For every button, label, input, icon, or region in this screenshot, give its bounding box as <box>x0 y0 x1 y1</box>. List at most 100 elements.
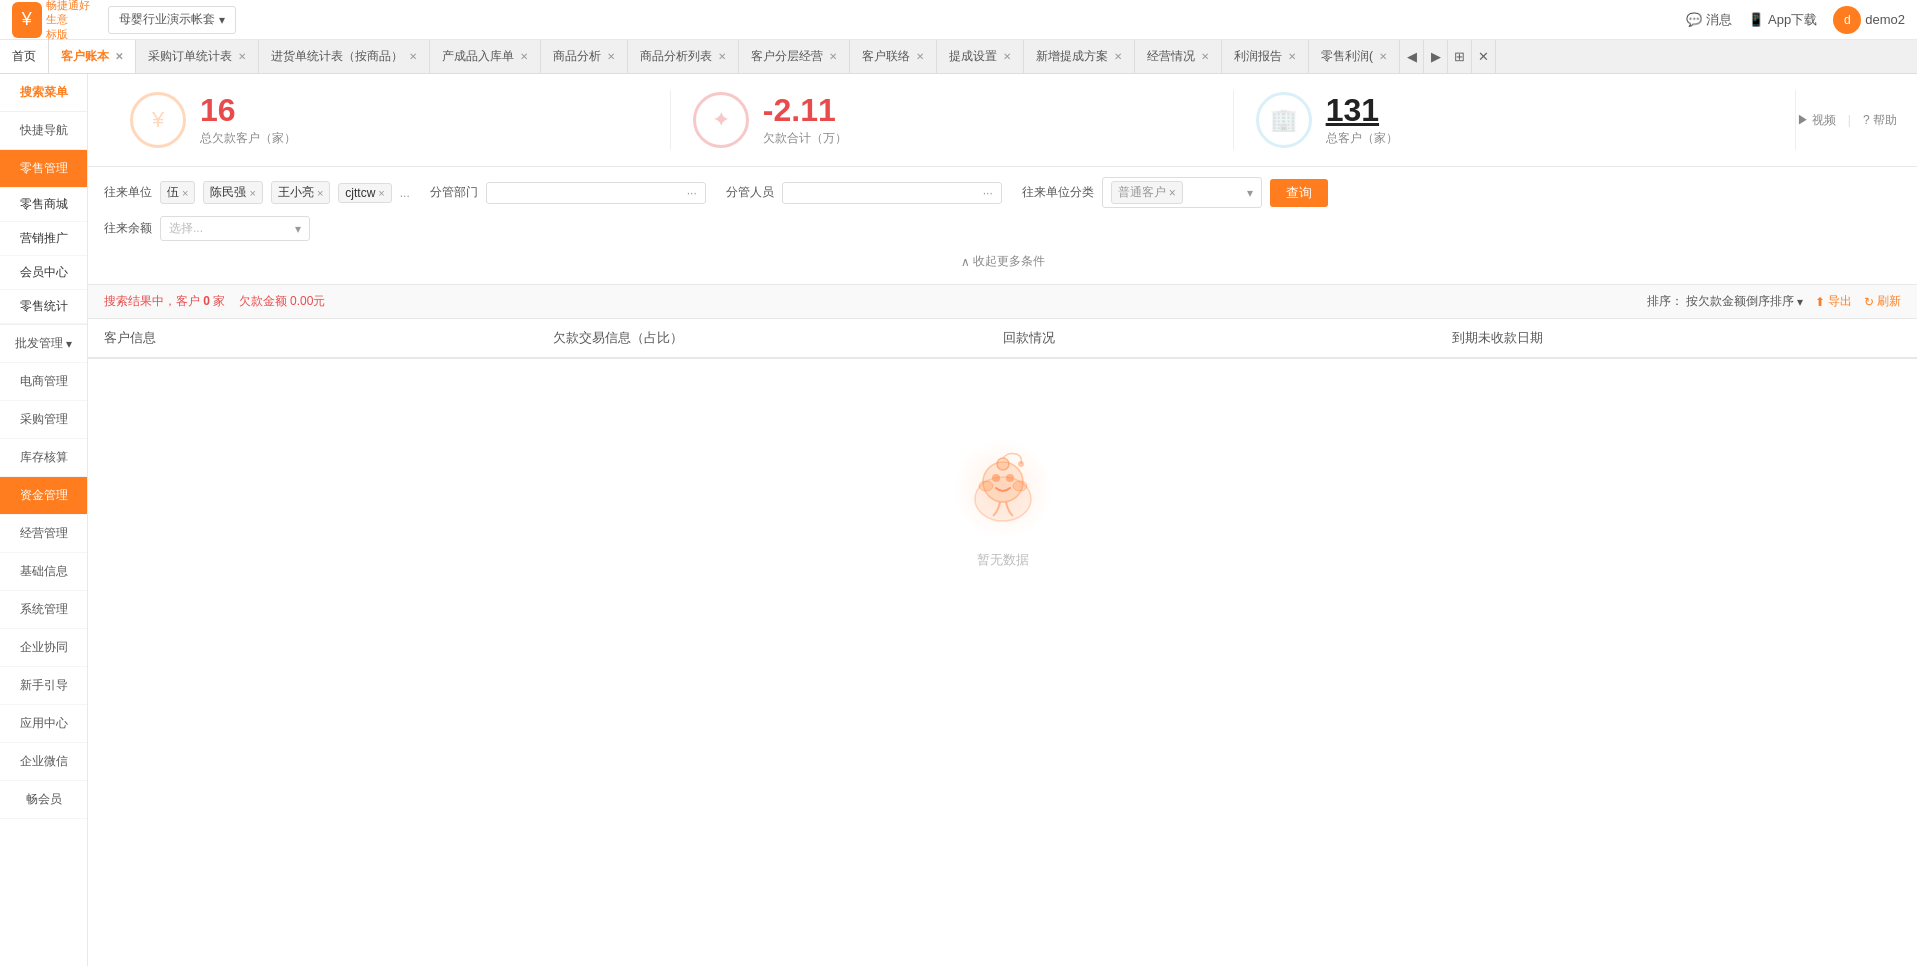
sidebar-item-new-user-guide[interactable]: 新手引导 <box>0 667 87 705</box>
filter-tag-unit-wu-close[interactable]: × <box>182 187 188 199</box>
tab-commission-settings[interactable]: 提成设置 ✕ <box>937 40 1024 74</box>
sidebar-item-basic-info[interactable]: 基础信息 <box>0 553 87 591</box>
tab-customer-book[interactable]: 客户账本 ✕ <box>49 40 136 74</box>
unit-type-filter-dropdown[interactable]: 普通客户 × ▾ <box>1102 177 1262 208</box>
filter-tag-unit-wang[interactable]: 王小亮 × <box>271 181 330 204</box>
profit-report-label: 利润报告 <box>1234 48 1282 65</box>
tab-product-stock-in[interactable]: 产成品入库单 ✕ <box>430 40 541 74</box>
divider: | <box>1848 113 1851 127</box>
export-icon: ⬆ <box>1815 295 1825 309</box>
sidebar-item-retail-mgmt[interactable]: 零售管理 <box>0 150 87 188</box>
sidebar-item-ecommerce[interactable]: 电商管理 <box>0 363 87 401</box>
tab-nav-prev[interactable]: ◀ <box>1400 40 1424 74</box>
message-btn[interactable]: 💬 消息 <box>1686 11 1732 29</box>
tab-stock-in-stat[interactable]: 进货单统计表（按商品） ✕ <box>259 40 430 74</box>
sidebar-item-retail-mall[interactable]: 零售商城 <box>0 188 87 222</box>
video-btn[interactable]: ▶ 视频 <box>1797 112 1836 129</box>
tab-close-product-analysis-list[interactable]: ✕ <box>718 51 726 62</box>
tab-customer-contact[interactable]: 客户联络 ✕ <box>850 40 937 74</box>
marketing-label: 营销推广 <box>0 230 87 247</box>
balance-filter-dropdown[interactable]: 选择... ▾ <box>160 216 310 241</box>
tab-close-commission-settings[interactable]: ✕ <box>1003 51 1011 62</box>
tab-profit-report[interactable]: 利润报告 ✕ <box>1222 40 1309 74</box>
chevron-down-icon: ▾ <box>219 13 225 27</box>
sidebar-item-vip-member[interactable]: 畅会员 <box>0 781 87 819</box>
collapse-more-filters-btn[interactable]: ∧ 收起更多条件 <box>953 249 1053 274</box>
export-btn[interactable]: ⬆ 导出 <box>1815 293 1852 310</box>
tab-purchase-order-stat[interactable]: 采购订单统计表 ✕ <box>136 40 259 74</box>
export-label: 导出 <box>1828 293 1852 310</box>
sidebar-search-menu[interactable]: 搜索菜单 <box>0 74 87 112</box>
sort-chevron-icon: ▾ <box>1797 295 1803 309</box>
person-filter-dropdown[interactable]: ··· <box>782 182 1002 204</box>
sort-btn[interactable]: 排序： 按欠款金额倒序排序 ▾ <box>1647 293 1803 310</box>
result-debt-prefix: 欠款金额 <box>239 294 287 308</box>
app-download-label: App下载 <box>1768 11 1817 29</box>
sidebar-item-enterprise-coop[interactable]: 企业协同 <box>0 629 87 667</box>
operation-mgmt-label: 经营管理 <box>0 525 87 542</box>
customer-segment-label: 客户分层经营 <box>751 48 823 65</box>
filter-tag-unit-wang-close[interactable]: × <box>317 187 323 199</box>
sidebar-item-app-center[interactable]: 应用中心 <box>0 705 87 743</box>
tab-nav-expand[interactable]: ⊞ <box>1448 40 1472 74</box>
tab-close-customer-book[interactable]: ✕ <box>115 51 123 62</box>
filter-tag-unit-chen[interactable]: 陈民强 × <box>203 181 262 204</box>
refresh-btn[interactable]: ↻ 刷新 <box>1864 293 1901 310</box>
unit-type-tag-close[interactable]: × <box>1169 186 1176 200</box>
tab-close-stock-in[interactable]: ✕ <box>409 51 417 62</box>
tab-product-analysis-list[interactable]: 商品分析列表 ✕ <box>628 40 739 74</box>
tab-close-product-stock[interactable]: ✕ <box>520 51 528 62</box>
sidebar-item-system-mgmt[interactable]: 系统管理 <box>0 591 87 629</box>
app-download-btn[interactable]: 📱 App下载 <box>1748 11 1817 29</box>
sidebar-item-member-center[interactable]: 会员中心 <box>0 256 87 290</box>
tab-close-business-status[interactable]: ✕ <box>1201 51 1209 62</box>
refresh-label: 刷新 <box>1877 293 1901 310</box>
tab-nav-close-all[interactable]: ✕ <box>1472 40 1496 74</box>
workspace-selector[interactable]: 母婴行业演示帐套 ▾ <box>108 6 236 34</box>
stat-debt-customers: ¥ 16 总欠款客户（家） <box>108 90 671 150</box>
tab-retail-profit[interactable]: 零售利润( ✕ <box>1309 40 1400 74</box>
sidebar-quick-nav[interactable]: 快捷导航 <box>0 112 87 150</box>
tab-close-customer-contact[interactable]: ✕ <box>916 51 924 62</box>
filter-more-units[interactable]: ... <box>400 186 410 200</box>
tab-home[interactable]: 首页 <box>0 40 49 74</box>
tab-close-product-analysis[interactable]: ✕ <box>607 51 615 62</box>
help-btn[interactable]: ? 帮助 <box>1863 112 1897 129</box>
tab-new-commission-plan[interactable]: 新增提成方案 ✕ <box>1024 40 1135 74</box>
sidebar-item-wholesale-mgmt[interactable]: 批发管理 ▾ <box>0 325 87 363</box>
filter-tag-unit-wu[interactable]: 伍 × <box>160 181 195 204</box>
tab-nav-next[interactable]: ▶ <box>1424 40 1448 74</box>
tab-close-retail-profit[interactable]: ✕ <box>1379 51 1387 62</box>
top-right-area: 💬 消息 📱 App下载 d demo2 <box>1686 6 1905 34</box>
query-button[interactable]: 查询 <box>1270 179 1328 207</box>
dept-filter-dropdown[interactable]: ··· <box>486 182 706 204</box>
filter-tag-unit-cjttcw-close[interactable]: × <box>378 187 384 199</box>
content-area: ¥ 16 总欠款客户（家） ✦ -2.11 欠款合计（万） <box>88 74 1917 966</box>
person-more-icon: ··· <box>983 186 993 200</box>
sidebar-item-enterprise-wechat[interactable]: 企业微信 <box>0 743 87 781</box>
tab-close-customer-segment[interactable]: ✕ <box>829 51 837 62</box>
tab-bar: 首页 客户账本 ✕ 采购订单统计表 ✕ 进货单统计表（按商品） ✕ 产成品入库单… <box>0 40 1917 74</box>
filter-tag-unit-type[interactable]: 普通客户 × <box>1111 181 1183 204</box>
sidebar-item-marketing[interactable]: 营销推广 <box>0 222 87 256</box>
total-customers-icon: 🏢 <box>1254 90 1314 150</box>
vip-member-label: 畅会员 <box>0 791 87 808</box>
empty-state: 暂无数据 <box>88 359 1917 649</box>
unit-filter-label: 往来单位 <box>104 184 152 201</box>
filter-tag-unit-chen-close[interactable]: × <box>249 187 255 199</box>
tab-close-new-commission[interactable]: ✕ <box>1114 51 1122 62</box>
user-info[interactable]: d demo2 <box>1833 6 1905 34</box>
sidebar-item-inventory-check[interactable]: 库存核算 <box>0 439 87 477</box>
sidebar-item-finance-mgmt[interactable]: 资金管理 <box>0 477 87 515</box>
tab-customer-segment[interactable]: 客户分层经营 ✕ <box>739 40 850 74</box>
filter-tag-unit-cjttcw[interactable]: cjttcw × <box>338 183 391 203</box>
sort-value: 按欠款金额倒序排序 <box>1686 293 1794 310</box>
col-due-date: 到期未收款日期 <box>1452 329 1901 347</box>
tab-close-purchase-order[interactable]: ✕ <box>238 51 246 62</box>
sidebar-item-purchase-mgmt[interactable]: 采购管理 <box>0 401 87 439</box>
tab-product-analysis[interactable]: 商品分析 ✕ <box>541 40 628 74</box>
sidebar-item-operation-mgmt[interactable]: 经营管理 <box>0 515 87 553</box>
sidebar-item-retail-stats[interactable]: 零售统计 <box>0 290 87 324</box>
tab-close-profit-report[interactable]: ✕ <box>1288 51 1296 62</box>
tab-business-status[interactable]: 经营情况 ✕ <box>1135 40 1222 74</box>
